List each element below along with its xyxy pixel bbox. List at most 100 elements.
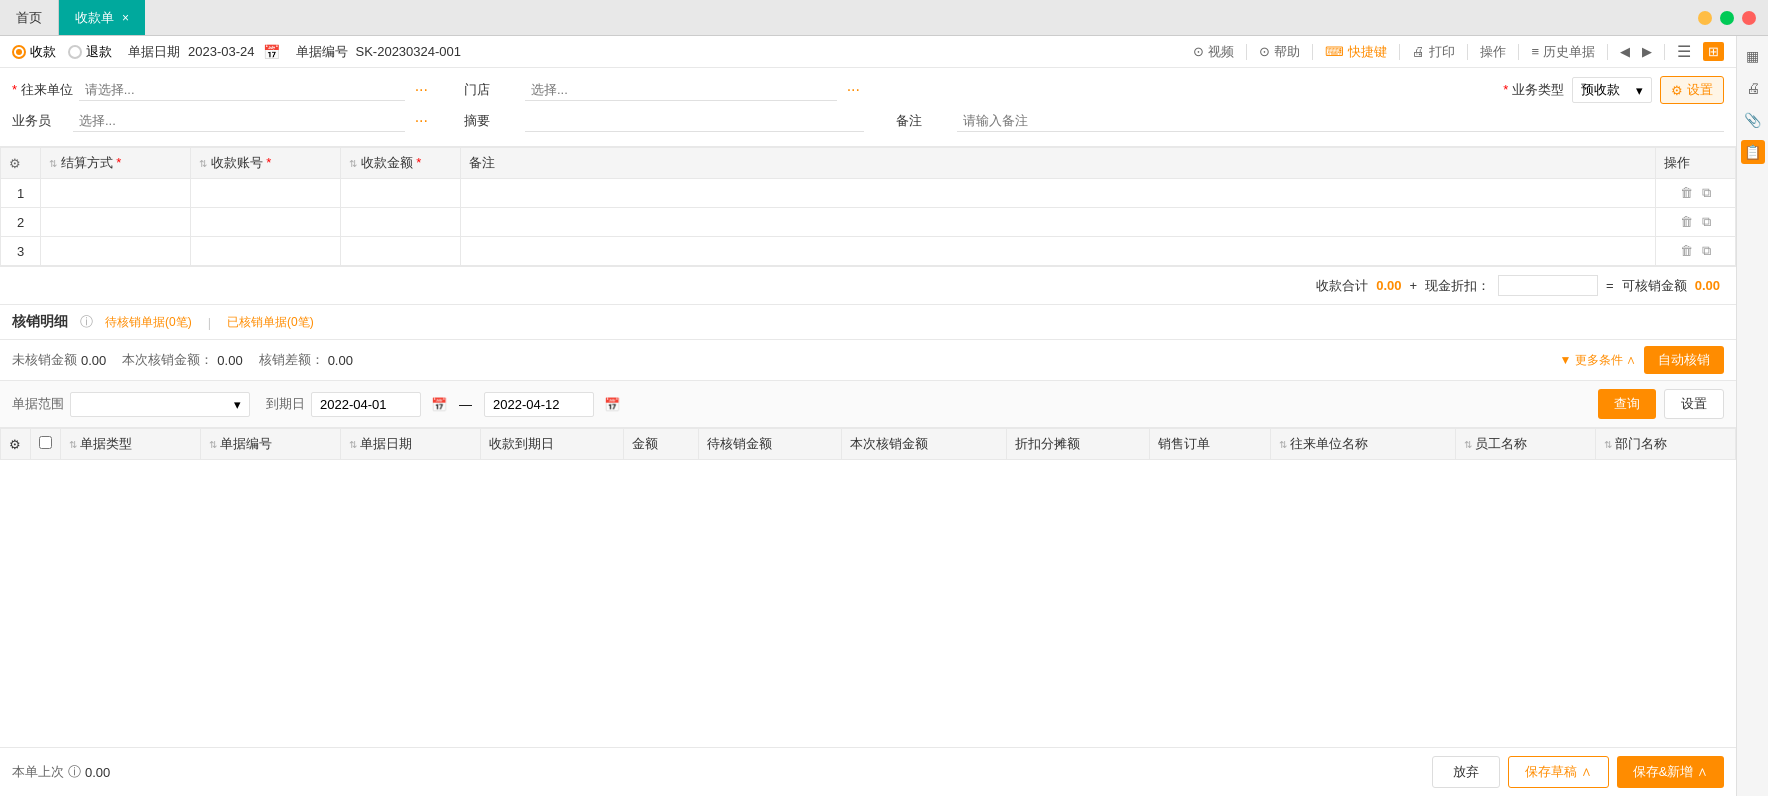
- table-gear-header[interactable]: ⚙: [1, 148, 41, 179]
- calendar-to-icon[interactable]: 📅: [604, 397, 620, 412]
- verify-checkbox-header[interactable]: [31, 429, 61, 460]
- row-note-2[interactable]: [461, 208, 1656, 237]
- radio-receipt[interactable]: 收款: [12, 43, 56, 61]
- nav-prev-icon[interactable]: ◀: [1620, 44, 1630, 59]
- store-field: 门店 ···: [464, 79, 864, 101]
- verify-gear-icon[interactable]: ⚙: [9, 437, 21, 452]
- verify-select-all[interactable]: [39, 436, 52, 449]
- staff-input[interactable]: [73, 110, 405, 132]
- doc-number-group: 单据编号 SK-20230324-001: [296, 43, 462, 61]
- summary-input[interactable]: [525, 110, 864, 132]
- row-action-2: 🗑 ⧉: [1656, 208, 1736, 237]
- grid-view-icon[interactable]: ⊞: [1703, 42, 1724, 61]
- doc-date-value[interactable]: 2023-03-24: [188, 44, 255, 59]
- bottom-value: 0.00: [85, 765, 110, 780]
- more-conditions-button[interactable]: ▼ 更多条件 ∧: [1559, 352, 1636, 369]
- row-settle-3[interactable]: [41, 237, 191, 266]
- verify-gear-header[interactable]: ⚙: [1, 429, 31, 460]
- nav-next-icon[interactable]: ▶: [1642, 44, 1652, 59]
- table-row: 2 🗑 ⧉: [1, 208, 1736, 237]
- unchecked-value: 0.00: [81, 353, 106, 368]
- row-settle-1[interactable]: [41, 179, 191, 208]
- window-minimize-button[interactable]: [1698, 11, 1712, 25]
- list-view-icon[interactable]: ☰: [1677, 42, 1691, 61]
- calendar-icon[interactable]: 📅: [263, 44, 280, 60]
- radio-refund-label: 退款: [86, 43, 112, 61]
- divider7: [1664, 44, 1665, 60]
- verify-pending-tab[interactable]: 待核销单据(0笔): [105, 314, 192, 331]
- verifiable-value: 0.00: [1695, 278, 1720, 293]
- verify-table-container: ⚙ ⇅ 单据类型 ⇅ 单据编号: [0, 428, 1736, 747]
- due-date-field: 到期日 📅 — 📅: [266, 392, 620, 417]
- shortcut-button[interactable]: ⌨ 快捷键: [1325, 43, 1387, 61]
- operation-button[interactable]: 操作: [1480, 43, 1506, 61]
- col-action-header: 操作: [1656, 148, 1736, 179]
- row-copy-icon-2[interactable]: ⧉: [1702, 214, 1711, 229]
- history-button[interactable]: ≡ 历史单据: [1531, 43, 1595, 61]
- counterparty-input[interactable]: [79, 79, 405, 101]
- verify-done-tab[interactable]: 已核销单据(0笔): [227, 314, 314, 331]
- verify-info-icon[interactable]: ⓘ: [80, 313, 93, 331]
- row-account-1[interactable]: [191, 179, 341, 208]
- diff-value: 0.00: [328, 353, 353, 368]
- video-icon: ⊙: [1193, 44, 1204, 59]
- calendar-from-icon[interactable]: 📅: [431, 397, 447, 412]
- verify-actions: ▼ 更多条件 ∧ 自动核销: [1559, 346, 1724, 374]
- row-delete-icon-1[interactable]: 🗑: [1680, 185, 1693, 200]
- sidebar-clip-icon[interactable]: 📋: [1741, 140, 1765, 164]
- remark-input[interactable]: [957, 110, 1724, 132]
- row-amount-2[interactable]: [341, 208, 461, 237]
- video-label: 视频: [1208, 43, 1234, 61]
- row-copy-icon-1[interactable]: ⧉: [1702, 185, 1711, 200]
- business-type-label: * 业务类型: [1503, 81, 1564, 99]
- window-close-button[interactable]: [1742, 11, 1756, 25]
- bottom-info-icon[interactable]: ⓘ: [68, 763, 81, 781]
- tab-active[interactable]: 收款单 ×: [59, 0, 145, 35]
- help-button[interactable]: ⊙ 帮助: [1259, 43, 1300, 61]
- row-account-2[interactable]: [191, 208, 341, 237]
- sidebar-print-icon[interactable]: 🖨: [1741, 76, 1765, 100]
- tab-bar: 首页 收款单 ×: [0, 0, 1768, 36]
- due-date-from[interactable]: [311, 392, 421, 417]
- print-label: 打印: [1429, 43, 1455, 61]
- settings-button[interactable]: ⚙ 设置: [1660, 76, 1724, 104]
- store-more-button[interactable]: ···: [843, 81, 864, 99]
- counterparty-more-button[interactable]: ···: [411, 81, 432, 99]
- settings-label: 设置: [1687, 81, 1713, 99]
- window-maximize-button[interactable]: [1720, 11, 1734, 25]
- row-delete-icon-3[interactable]: 🗑: [1680, 243, 1693, 258]
- discount-input[interactable]: [1498, 275, 1598, 296]
- doc-range-select[interactable]: ▾: [70, 392, 250, 417]
- save-draft-button[interactable]: 保存草稿 ∧: [1508, 756, 1609, 788]
- row-amount-1[interactable]: [341, 179, 461, 208]
- verify-section: 核销明细 ⓘ 待核销单据(0笔) | 已核销单据(0笔) 未核销金额 0.00 …: [0, 305, 1736, 747]
- sidebar-attach-icon[interactable]: 📎: [1741, 108, 1765, 132]
- video-button[interactable]: ⊙ 视频: [1193, 43, 1234, 61]
- col-amount-header: 金额: [623, 429, 698, 460]
- verify-table: ⚙ ⇅ 单据类型 ⇅ 单据编号: [0, 428, 1736, 460]
- save-new-button[interactable]: 保存&新增 ∧: [1617, 756, 1724, 788]
- row-settle-2[interactable]: [41, 208, 191, 237]
- equals-sign: =: [1606, 278, 1614, 293]
- tab-close-icon[interactable]: ×: [122, 11, 129, 25]
- due-date-to[interactable]: [484, 392, 594, 417]
- print-button[interactable]: 🖨 打印: [1412, 43, 1455, 61]
- auto-verify-button[interactable]: 自动核销: [1644, 346, 1724, 374]
- tab-home[interactable]: 首页: [0, 0, 59, 35]
- discard-button[interactable]: 放弃: [1432, 756, 1500, 788]
- row-account-3[interactable]: [191, 237, 341, 266]
- radio-refund[interactable]: 退款: [68, 43, 112, 61]
- col-date-header: ⇅ 单据日期: [341, 429, 481, 460]
- store-input[interactable]: [525, 79, 837, 101]
- sidebar-grid-icon[interactable]: ▦: [1741, 44, 1765, 68]
- row-note-3[interactable]: [461, 237, 1656, 266]
- business-type-select[interactable]: 预收款 ▾: [1572, 77, 1652, 103]
- verify-setting-button[interactable]: 设置: [1664, 389, 1724, 419]
- row-amount-3[interactable]: [341, 237, 461, 266]
- staff-more-button[interactable]: ···: [411, 112, 432, 130]
- row-delete-icon-2[interactable]: 🗑: [1680, 214, 1693, 229]
- row-note-1[interactable]: [461, 179, 1656, 208]
- row-copy-icon-3[interactable]: ⧉: [1702, 243, 1711, 258]
- table-settings-icon[interactable]: ⚙: [9, 156, 21, 171]
- query-button[interactable]: 查询: [1598, 389, 1656, 419]
